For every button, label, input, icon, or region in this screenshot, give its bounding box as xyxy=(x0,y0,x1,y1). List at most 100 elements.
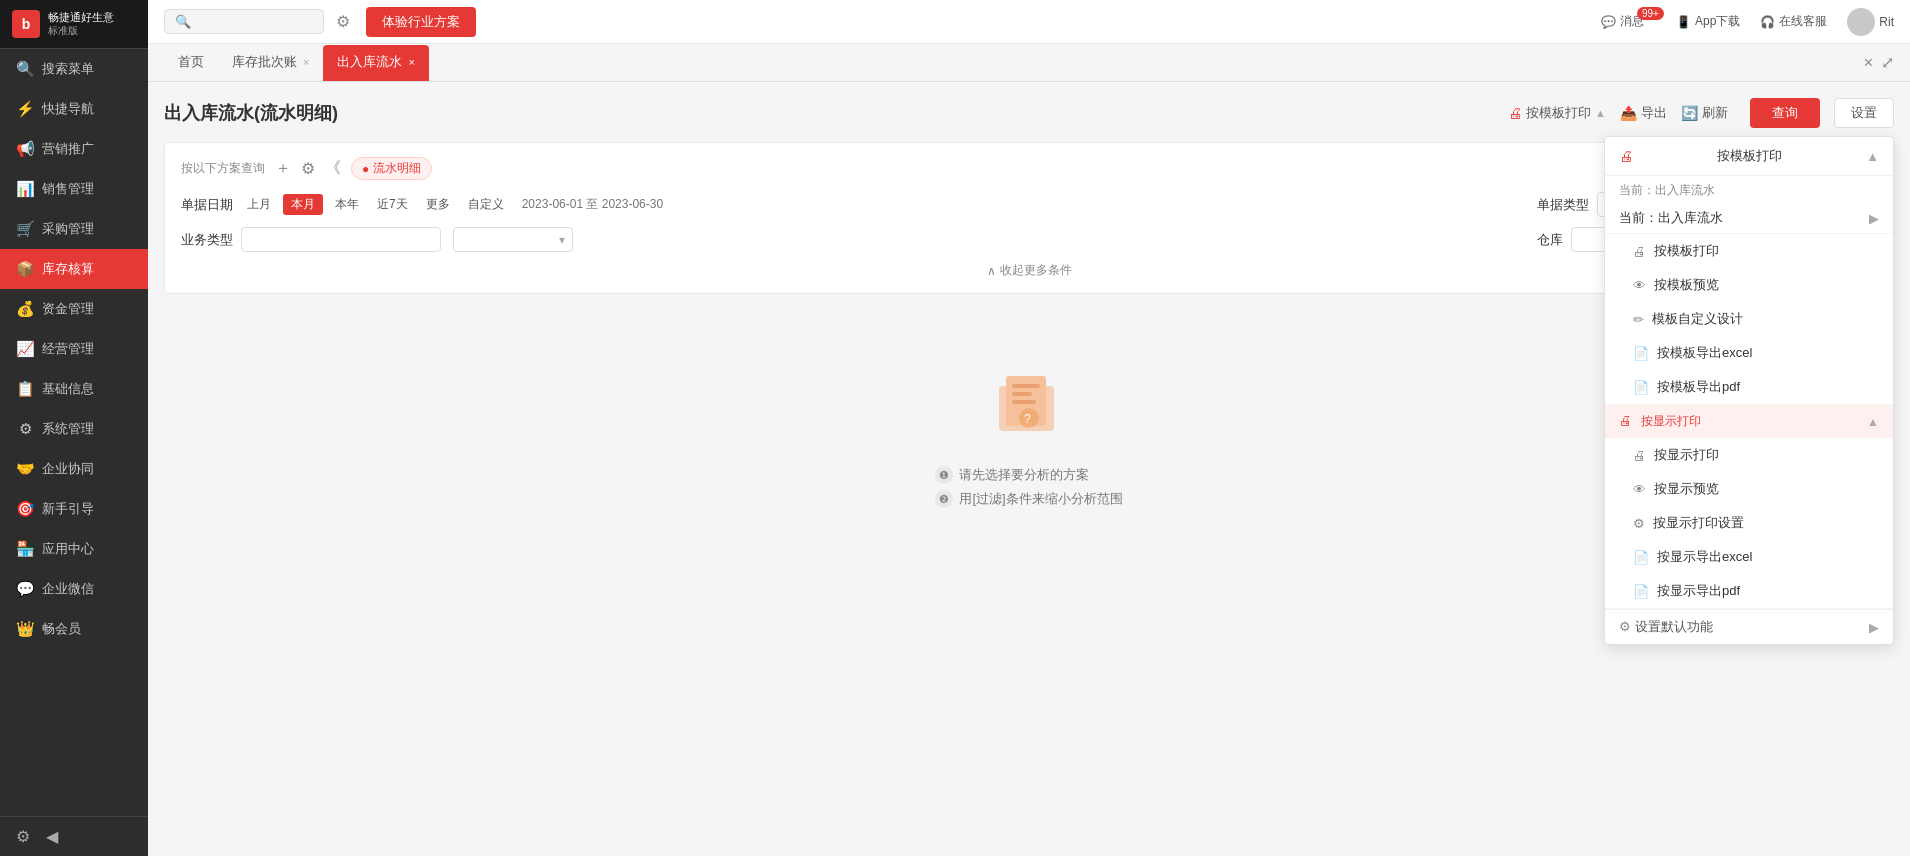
message-button[interactable]: 💬 消息 99+ xyxy=(1601,13,1656,30)
tab-flow-label: 出入库流水 xyxy=(337,53,402,71)
topbar-right: 💬 消息 99+ 📱 App下载 🎧 在线客服 Rit xyxy=(1601,8,1894,36)
message-icon: 💬 xyxy=(1601,15,1616,29)
tab-home[interactable]: 首页 xyxy=(164,45,218,81)
dropdown-display-export-pdf[interactable]: 📄 按显示导出pdf xyxy=(1605,574,1893,608)
collapse-sidebar-icon[interactable]: ◀ xyxy=(46,827,58,846)
date-opt-custom[interactable]: 自定义 xyxy=(462,194,510,215)
filter-label: 按以下方案查询 xyxy=(181,160,265,177)
date-opt-last-month[interactable]: 上月 xyxy=(241,194,277,215)
sidebar-item-sales[interactable]: 📊 销售管理 xyxy=(0,169,148,209)
sidebar-item-operation[interactable]: 📈 经营管理 xyxy=(0,329,148,369)
app-edition: 标准版 xyxy=(48,24,114,38)
template-preview-icon: 👁 xyxy=(1633,278,1646,293)
basic-icon: 📋 xyxy=(16,380,34,398)
dropdown-template-section: 🖨 按模板打印 👁 按模板预览 ✏ 模板自定义设计 📄 按模板导出excel 📄 xyxy=(1605,234,1893,405)
sidebar-item-app-center[interactable]: 🏪 应用中心 xyxy=(0,529,148,569)
tab-batch-close-icon[interactable]: × xyxy=(303,56,309,68)
business-type-select[interactable] xyxy=(453,227,573,252)
business-type-input[interactable] xyxy=(241,227,441,252)
dropdown-template-custom[interactable]: ✏ 模板自定义设计 xyxy=(1605,302,1893,336)
print-button[interactable]: 🖨 按模板打印 ▲ xyxy=(1508,104,1606,122)
sidebar-item-inventory[interactable]: 📦 库存核算 xyxy=(0,249,148,289)
dropdown-display-preview[interactable]: 👁 按显示预览 xyxy=(1605,472,1893,506)
app-download-button[interactable]: 📱 App下载 xyxy=(1676,13,1740,30)
fullscreen-icon[interactable]: ⤢ xyxy=(1881,53,1894,72)
content-area: 出入库流水(流水明细) 🖨 按模板打印 ▲ 📤 导出 🔄 刷新 查询 设置 xyxy=(148,82,1910,856)
display-pdf-icon: 📄 xyxy=(1633,584,1649,599)
dropdown-template-export-pdf[interactable]: 📄 按模板导出pdf xyxy=(1605,370,1893,404)
collapse-button[interactable]: ∧ 收起更多条件 xyxy=(987,262,1072,279)
dropdown-display-section-header[interactable]: 🖨 按显示打印 ▲ xyxy=(1605,405,1893,438)
dropdown-template-export-excel[interactable]: 📄 按模板导出excel xyxy=(1605,336,1893,370)
footer-settings-icon: ⚙ xyxy=(1619,619,1631,634)
sidebar-item-wechat[interactable]: 💬 企业微信 xyxy=(0,569,148,609)
date-opt-7days[interactable]: 近7天 xyxy=(371,194,414,215)
refresh-button[interactable]: 🔄 刷新 xyxy=(1681,104,1728,122)
date-opt-current-month[interactable]: 本月 xyxy=(283,194,323,215)
sidebar-item-finance[interactable]: 💰 资金管理 xyxy=(0,289,148,329)
warehouse-label: 仓库 xyxy=(1537,231,1563,249)
query-button[interactable]: 查询 xyxy=(1750,98,1820,128)
solution-button[interactable]: 体验行业方案 xyxy=(366,7,476,37)
close-all-tabs-icon[interactable]: × xyxy=(1864,54,1873,72)
sidebar-item-label: 快捷导航 xyxy=(42,100,94,118)
settings-bottom-icon[interactable]: ⚙ xyxy=(16,827,30,846)
sidebar-item-collab[interactable]: 🤝 企业协同 xyxy=(0,449,148,489)
dropdown-display-print[interactable]: 🖨 按显示打印 xyxy=(1605,438,1893,472)
sidebar-item-quick-nav[interactable]: ⚡ 快捷导航 xyxy=(0,89,148,129)
topbar-search-icon: 🔍 xyxy=(175,14,191,29)
user-name: Rit xyxy=(1879,15,1894,29)
footer-label: 设置默认功能 xyxy=(1635,619,1713,634)
sidebar-item-guide[interactable]: 🎯 新手引导 xyxy=(0,489,148,529)
dropdown-display-export-excel[interactable]: 📄 按显示导出excel xyxy=(1605,540,1893,574)
display-section-icon: 🖨 xyxy=(1619,413,1632,428)
topbar-search-box[interactable]: 🔍 xyxy=(164,9,324,34)
dropdown-footer[interactable]: ⚙ 设置默认功能 ▶ xyxy=(1605,609,1893,644)
tab-flow[interactable]: 出入库流水 × xyxy=(323,45,428,81)
dropdown-collapse-icon[interactable]: ▲ xyxy=(1866,149,1879,164)
sidebar-item-basic[interactable]: 📋 基础信息 xyxy=(0,369,148,409)
sidebar-item-marketing[interactable]: 📢 营销推广 xyxy=(0,129,148,169)
footer-arrow-icon: ▶ xyxy=(1869,620,1879,635)
current-item-arrow: ▶ xyxy=(1869,211,1879,226)
date-options: 上月 本月 本年 近7天 更多 自定义 2023-06-01 至 2023-06… xyxy=(241,194,663,215)
filter-tag[interactable]: ● 流水明细 xyxy=(351,157,432,180)
online-service-icon: 🎧 xyxy=(1760,15,1775,29)
online-service-button[interactable]: 🎧 在线客服 xyxy=(1760,13,1827,30)
sidebar-item-search[interactable]: 🔍 搜索菜单 xyxy=(0,49,148,89)
dropdown-template-print[interactable]: 🖨 按模板打印 xyxy=(1605,234,1893,268)
print-dropdown-icon[interactable]: ▲ xyxy=(1595,107,1606,119)
sidebar-item-vip[interactable]: 👑 畅会员 xyxy=(0,609,148,649)
sidebar-item-label: 搜索菜单 xyxy=(42,60,94,78)
sidebar-logo: b 畅捷通好生意 标准版 xyxy=(0,0,148,49)
topbar-search-input[interactable] xyxy=(197,15,307,29)
app-name: 畅捷通好生意 xyxy=(48,10,114,24)
collapse-icon: ∧ xyxy=(987,264,996,278)
app-download-label: App下载 xyxy=(1695,13,1740,30)
sidebar-item-label: 采购管理 xyxy=(42,220,94,238)
dropdown-template-preview[interactable]: 👁 按模板预览 xyxy=(1605,268,1893,302)
tab-batch-ledger[interactable]: 库存批次账 × xyxy=(218,45,323,81)
sidebar-item-system[interactable]: ⚙ 系统管理 xyxy=(0,409,148,449)
dropdown-header-icon: 🖨 xyxy=(1619,148,1633,164)
template-excel-label: 按模板导出excel xyxy=(1657,344,1752,362)
filter-collapse-icon[interactable]: 《 xyxy=(325,158,341,179)
sidebar-nav: 🔍 搜索菜单 ⚡ 快捷导航 📢 营销推广 📊 销售管理 🛒 采购管理 📦 库存核… xyxy=(0,49,148,816)
tab-flow-close-icon[interactable]: × xyxy=(408,56,414,68)
filter-settings-icon[interactable]: ⚙ xyxy=(301,159,315,178)
settings-button[interactable]: 设置 xyxy=(1834,98,1894,128)
user-profile[interactable]: Rit xyxy=(1847,8,1894,36)
dropdown-display-section: 🖨 按显示打印 ▲ 🖨 按显示打印 👁 按显示预览 ⚙ 按显示打印设置 xyxy=(1605,405,1893,609)
date-opt-current-year[interactable]: 本年 xyxy=(329,194,365,215)
sidebar-item-label: 应用中心 xyxy=(42,540,94,558)
sidebar-item-purchase[interactable]: 🛒 采购管理 xyxy=(0,209,148,249)
date-opt-more[interactable]: 更多 xyxy=(420,194,456,215)
topbar-gear-icon[interactable]: ⚙ xyxy=(336,12,350,31)
sidebar-item-label: 营销推广 xyxy=(42,140,94,158)
filter-tag-label: 流水明细 xyxy=(373,160,421,177)
filter-add-icon[interactable]: ＋ xyxy=(275,158,291,179)
sidebar-item-label: 企业微信 xyxy=(42,580,94,598)
empty-tips: ❶ 请先选择要分析的方案 ❷ 用[过滤]条件来缩小分析范围 xyxy=(935,466,1122,514)
dropdown-display-settings[interactable]: ⚙ 按显示打印设置 xyxy=(1605,506,1893,540)
export-button[interactable]: 📤 导出 xyxy=(1620,104,1667,122)
